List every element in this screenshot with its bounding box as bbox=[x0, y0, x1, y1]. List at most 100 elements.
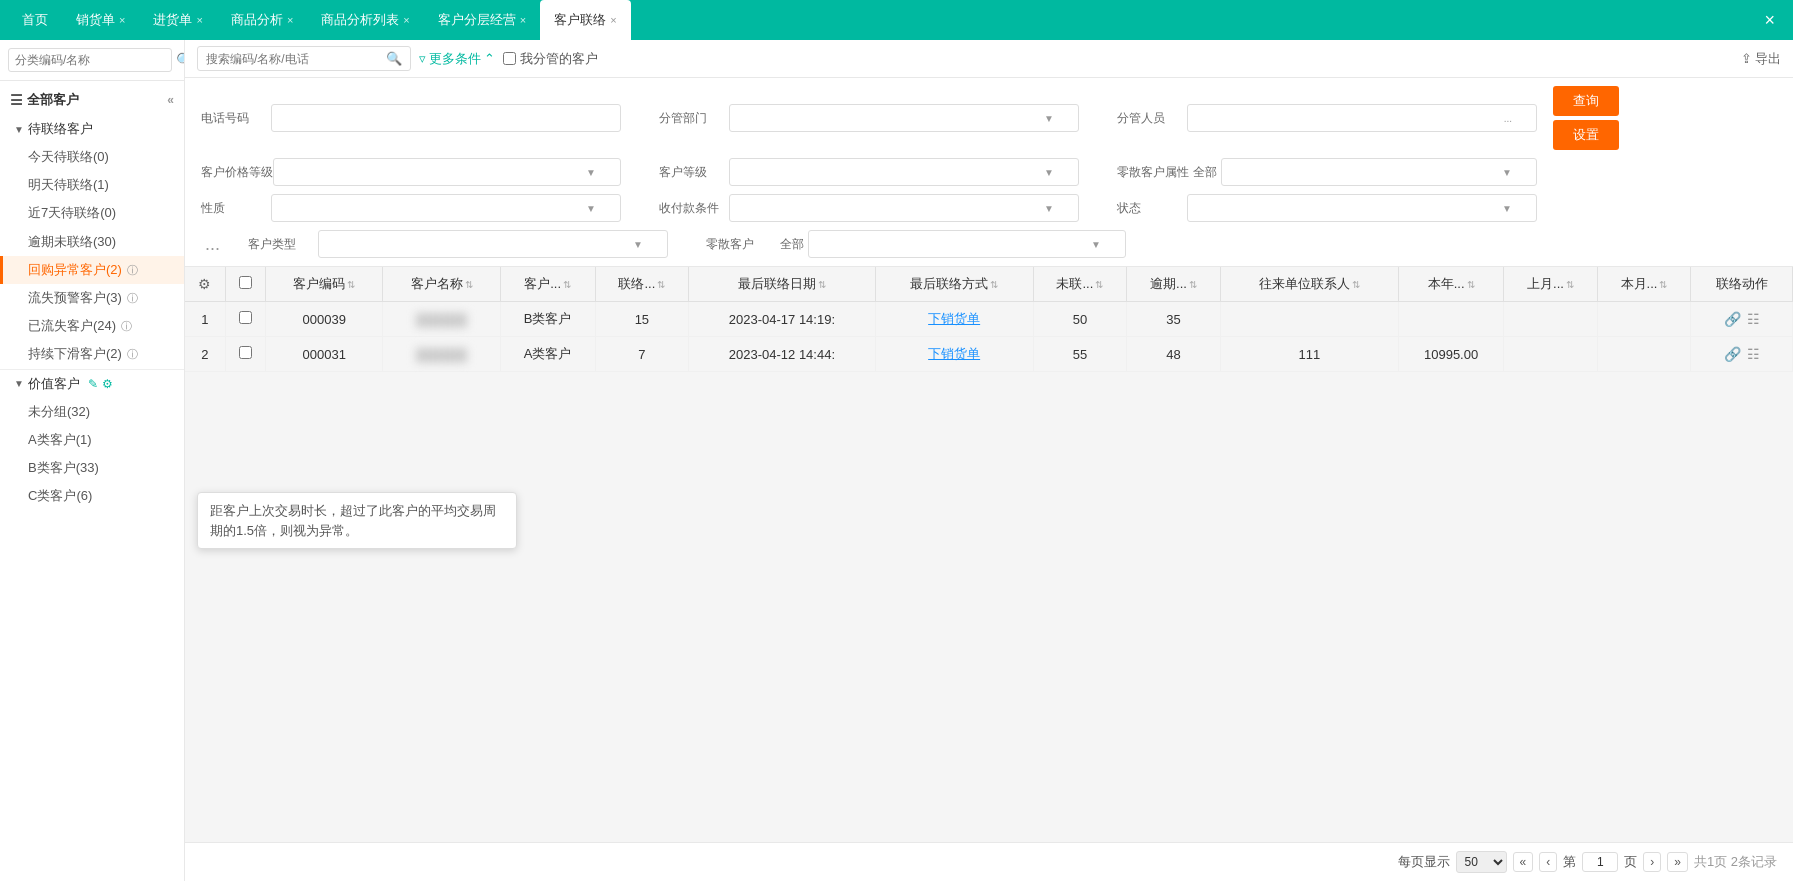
nav-customer-ops[interactable]: 客户分层经营 × bbox=[424, 0, 540, 40]
customer-grade-field: 客户等级 ▼ bbox=[659, 158, 1079, 186]
sidebar-item-declining[interactable]: 持续下滑客户(2) ⓘ bbox=[0, 340, 184, 368]
action-link-icon-2[interactable]: 🔗 bbox=[1724, 346, 1741, 362]
main-search-icon[interactable]: 🔍 bbox=[386, 51, 402, 66]
sidebar-collapse-btn[interactable]: « bbox=[167, 93, 174, 107]
gender-select[interactable]: ▼ bbox=[271, 194, 621, 222]
sidebar-item-tomorrow[interactable]: 明天待联络(1) bbox=[0, 171, 184, 199]
customer-type-select[interactable]: ▼ bbox=[318, 230, 668, 258]
per-page-select[interactable]: 50 20 100 bbox=[1456, 851, 1507, 873]
sidebar-item-class-c[interactable]: C类客户(6) bbox=[0, 482, 184, 510]
more-conditions-btn[interactable]: ▿ 更多条件 ⌃ bbox=[419, 50, 495, 68]
payment-select[interactable]: ▼ bbox=[729, 194, 1079, 222]
action-link-icon-1[interactable]: 🔗 bbox=[1724, 311, 1741, 327]
dept-select[interactable]: ▼ bbox=[729, 104, 1079, 132]
sidebar-value-group[interactable]: ▼ 价值客户 ✎ ⚙ bbox=[0, 370, 184, 398]
td-person-2: 111 bbox=[1220, 337, 1398, 372]
query-button[interactable]: 查询 bbox=[1553, 86, 1619, 116]
th-gear: ⚙ bbox=[185, 267, 225, 302]
table-scroll-area[interactable]: 距客户上次交易时长，超过了此客户的平均交易周期的1.5倍，则视为异常。 ⚙ 客户 bbox=[185, 267, 1793, 842]
nav-home[interactable]: 首页 bbox=[8, 0, 62, 40]
customer-name-1: ██████ bbox=[416, 313, 467, 327]
sidebar-search-icon[interactable]: 🔍 bbox=[176, 52, 185, 68]
sort-icon-code: ⇅ bbox=[347, 279, 355, 290]
td-index-2: 2 bbox=[185, 337, 225, 372]
sidebar-item-class-a[interactable]: A类客户(1) bbox=[0, 426, 184, 454]
customer-grade-label: 客户等级 bbox=[659, 164, 729, 181]
phone-input[interactable] bbox=[271, 104, 621, 132]
payment-label: 收付款条件 bbox=[659, 200, 729, 217]
td-date-1: 2023-04-17 14:19: bbox=[689, 302, 876, 337]
retail-label: 零散客户 bbox=[706, 236, 776, 253]
td-thismonth-1 bbox=[1597, 302, 1691, 337]
td-count-1: 15 bbox=[595, 302, 689, 337]
main-search-input[interactable] bbox=[206, 52, 386, 66]
nav-customer-contact[interactable]: 客户联络 × bbox=[540, 0, 630, 40]
contact-method-link-1[interactable]: 下销货单 bbox=[928, 311, 980, 326]
value-edit-icon[interactable]: ✎ bbox=[88, 377, 98, 391]
row-checkbox-1[interactable] bbox=[239, 311, 252, 324]
sidebar-item-unclassified[interactable]: 未分组(32) bbox=[0, 398, 184, 426]
settings-button[interactable]: 设置 bbox=[1553, 120, 1619, 150]
nav-product-analysis[interactable]: 商品分析 × bbox=[217, 0, 307, 40]
th-last-contact-date: 最后联络日期 ⇅ bbox=[689, 267, 876, 302]
page-input[interactable] bbox=[1582, 852, 1618, 872]
sort-icon-type: ⇅ bbox=[563, 279, 571, 290]
nav-sales-close[interactable]: × bbox=[119, 0, 125, 40]
table-settings-icon[interactable]: ⚙ bbox=[198, 276, 211, 292]
nav-purchase-close[interactable]: × bbox=[196, 0, 202, 40]
sidebar-item-overdue[interactable]: 逾期未联络(30) bbox=[0, 228, 184, 256]
next-page-btn[interactable]: › bbox=[1643, 852, 1661, 872]
nav-purchase[interactable]: 进货单 × bbox=[139, 0, 216, 40]
retail-attr-select[interactable]: ▼ bbox=[1221, 158, 1537, 186]
customer-grade-select[interactable]: ▼ bbox=[729, 158, 1079, 186]
retail-select[interactable]: ▼ bbox=[808, 230, 1126, 258]
td-date-2: 2023-04-12 14:44: bbox=[689, 337, 876, 372]
export-btn[interactable]: ⇪ 导出 bbox=[1741, 50, 1781, 68]
customer-type-arrow: ▼ bbox=[633, 239, 643, 250]
sidebar-item-churned[interactable]: 已流失客户(24) ⓘ bbox=[0, 312, 184, 340]
window-close[interactable]: × bbox=[1754, 10, 1785, 31]
sidebar-item-today[interactable]: 今天待联络(0) bbox=[0, 143, 184, 171]
sidebar-item-7days[interactable]: 近7天待联络(0) bbox=[0, 199, 184, 227]
filter-icon: ▿ bbox=[419, 51, 426, 66]
price-grade-arrow: ▼ bbox=[586, 167, 596, 178]
value-settings-icon[interactable]: ⚙ bbox=[102, 377, 113, 391]
sidebar-item-churn-warning[interactable]: 流失预警客户(3) ⓘ bbox=[0, 284, 184, 312]
row-checkbox-2[interactable] bbox=[239, 346, 252, 359]
data-table: ⚙ 客户编码 ⇅ 客户名称 bbox=[185, 267, 1793, 372]
td-actions-1: 🔗 ☷ bbox=[1691, 302, 1793, 337]
customer-grade-arrow: ▼ bbox=[1044, 167, 1054, 178]
nav-customer-ops-close[interactable]: × bbox=[520, 0, 526, 40]
my-customers-input[interactable] bbox=[503, 52, 516, 65]
sidebar-all-customers[interactable]: ☰ 全部客户 « bbox=[0, 85, 184, 115]
action-grid-icon-1[interactable]: ☷ bbox=[1747, 311, 1760, 327]
prev-page-btn[interactable]: ‹ bbox=[1539, 852, 1557, 872]
status-select[interactable]: ▼ bbox=[1187, 194, 1537, 222]
sidebar-item-abnormal-repurchase[interactable]: 回购异常客户(2) ⓘ bbox=[0, 256, 184, 284]
td-year-2: 10995.00 bbox=[1399, 337, 1504, 372]
more-dots[interactable]: ... bbox=[205, 234, 220, 255]
price-grade-select[interactable]: ▼ bbox=[273, 158, 621, 186]
last-page-btn[interactable]: » bbox=[1667, 852, 1688, 872]
nav-product-list-close[interactable]: × bbox=[403, 0, 409, 40]
nav-product-list[interactable]: 商品分析列表 × bbox=[307, 0, 423, 40]
pagination-bar: 每页显示 50 20 100 « ‹ 第 页 › » 共1页 2条记录 bbox=[185, 842, 1793, 881]
page-of-label: 页 bbox=[1624, 853, 1637, 871]
sort-icon-thismonth: ⇅ bbox=[1659, 279, 1667, 290]
retail-arrow: ▼ bbox=[1091, 239, 1101, 250]
th-overdue: 逾期... ⇅ bbox=[1127, 267, 1221, 302]
help-icon-churned: ⓘ bbox=[121, 320, 132, 332]
contact-method-link-2[interactable]: 下销货单 bbox=[928, 346, 980, 361]
nav-sales[interactable]: 销货单 × bbox=[62, 0, 139, 40]
nav-product-analysis-close[interactable]: × bbox=[287, 0, 293, 40]
price-grade-label: 客户价格等级 bbox=[201, 164, 273, 181]
first-page-btn[interactable]: « bbox=[1513, 852, 1534, 872]
action-grid-icon-2[interactable]: ☷ bbox=[1747, 346, 1760, 362]
table-select-all[interactable] bbox=[239, 276, 252, 289]
manager-select[interactable]: ... bbox=[1187, 104, 1537, 132]
sidebar-item-class-b[interactable]: B类客户(33) bbox=[0, 454, 184, 482]
retail-attr-inline-label: 全部 bbox=[1193, 164, 1217, 181]
sidebar-pending-group[interactable]: ▼ 待联络客户 bbox=[0, 115, 184, 143]
nav-customer-contact-close[interactable]: × bbox=[610, 0, 616, 40]
sidebar-search-input[interactable] bbox=[8, 48, 172, 72]
